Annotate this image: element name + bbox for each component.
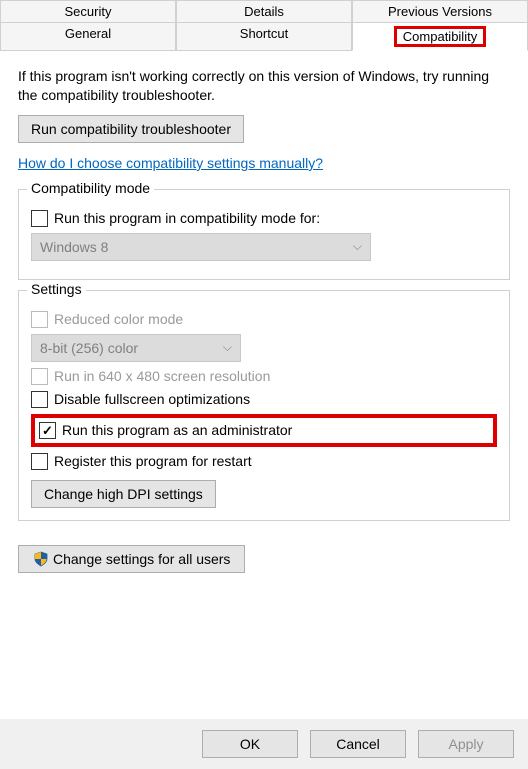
compat-mode-select-value: Windows 8 [40,239,108,255]
settings-title: Settings [27,281,86,297]
register-restart-checkbox[interactable] [31,453,48,470]
change-all-users-button[interactable]: Change settings for all users [18,545,245,573]
reduced-color-checkbox [31,311,48,328]
tab-content: If this program isn't working correctly … [0,51,528,529]
intro-text: If this program isn't working correctly … [18,67,510,105]
compatibility-mode-group: Compatibility mode Run this program in c… [18,189,510,280]
low-res-checkbox [31,368,48,385]
run-as-admin-checkbox[interactable] [39,422,56,439]
settings-group: Settings Reduced color mode 8-bit (256) … [18,290,510,521]
run-as-admin-highlight: Run this program as an administrator [31,414,497,447]
run-troubleshooter-button[interactable]: Run compatibility troubleshooter [18,115,244,143]
tab-compatibility-label: Compatibility [394,26,486,47]
disable-fullscreen-label: Disable fullscreen optimizations [54,391,250,407]
dialog-footer: OK Cancel Apply [0,719,528,769]
compat-mode-checkbox[interactable] [31,210,48,227]
reduced-color-label: Reduced color mode [54,311,183,327]
tab-shortcut[interactable]: Shortcut [176,23,352,51]
tab-previous-versions[interactable]: Previous Versions [352,0,528,23]
tab-general[interactable]: General [0,23,176,51]
cancel-button[interactable]: Cancel [310,730,406,758]
properties-dialog: Security Details Previous Versions Gener… [0,0,528,769]
disable-fullscreen-checkbox[interactable] [31,391,48,408]
tab-row-2: General Shortcut Compatibility [0,23,528,51]
shield-icon [33,551,49,567]
run-as-admin-label: Run this program as an administrator [62,422,292,438]
compat-mode-label: Run this program in compatibility mode f… [54,210,320,226]
low-res-label: Run in 640 x 480 screen resolution [54,368,270,384]
color-mode-select: 8-bit (256) color ⌵ [31,334,241,362]
tab-details[interactable]: Details [176,0,352,23]
chevron-down-icon: ⌵ [353,239,362,254]
change-all-users-label: Change settings for all users [53,551,230,567]
ok-button[interactable]: OK [202,730,298,758]
tab-compatibility[interactable]: Compatibility [352,23,528,51]
compat-mode-select[interactable]: Windows 8 ⌵ [31,233,371,261]
tab-security[interactable]: Security [0,0,176,23]
help-link[interactable]: How do I choose compatibility settings m… [18,155,323,171]
chevron-down-icon: ⌵ [223,340,232,355]
apply-button[interactable]: Apply [418,730,514,758]
compatibility-mode-title: Compatibility mode [27,180,154,196]
color-mode-select-value: 8-bit (256) color [40,340,138,356]
tab-row-1: Security Details Previous Versions [0,0,528,23]
change-dpi-button[interactable]: Change high DPI settings [31,480,216,508]
register-restart-label: Register this program for restart [54,453,252,469]
